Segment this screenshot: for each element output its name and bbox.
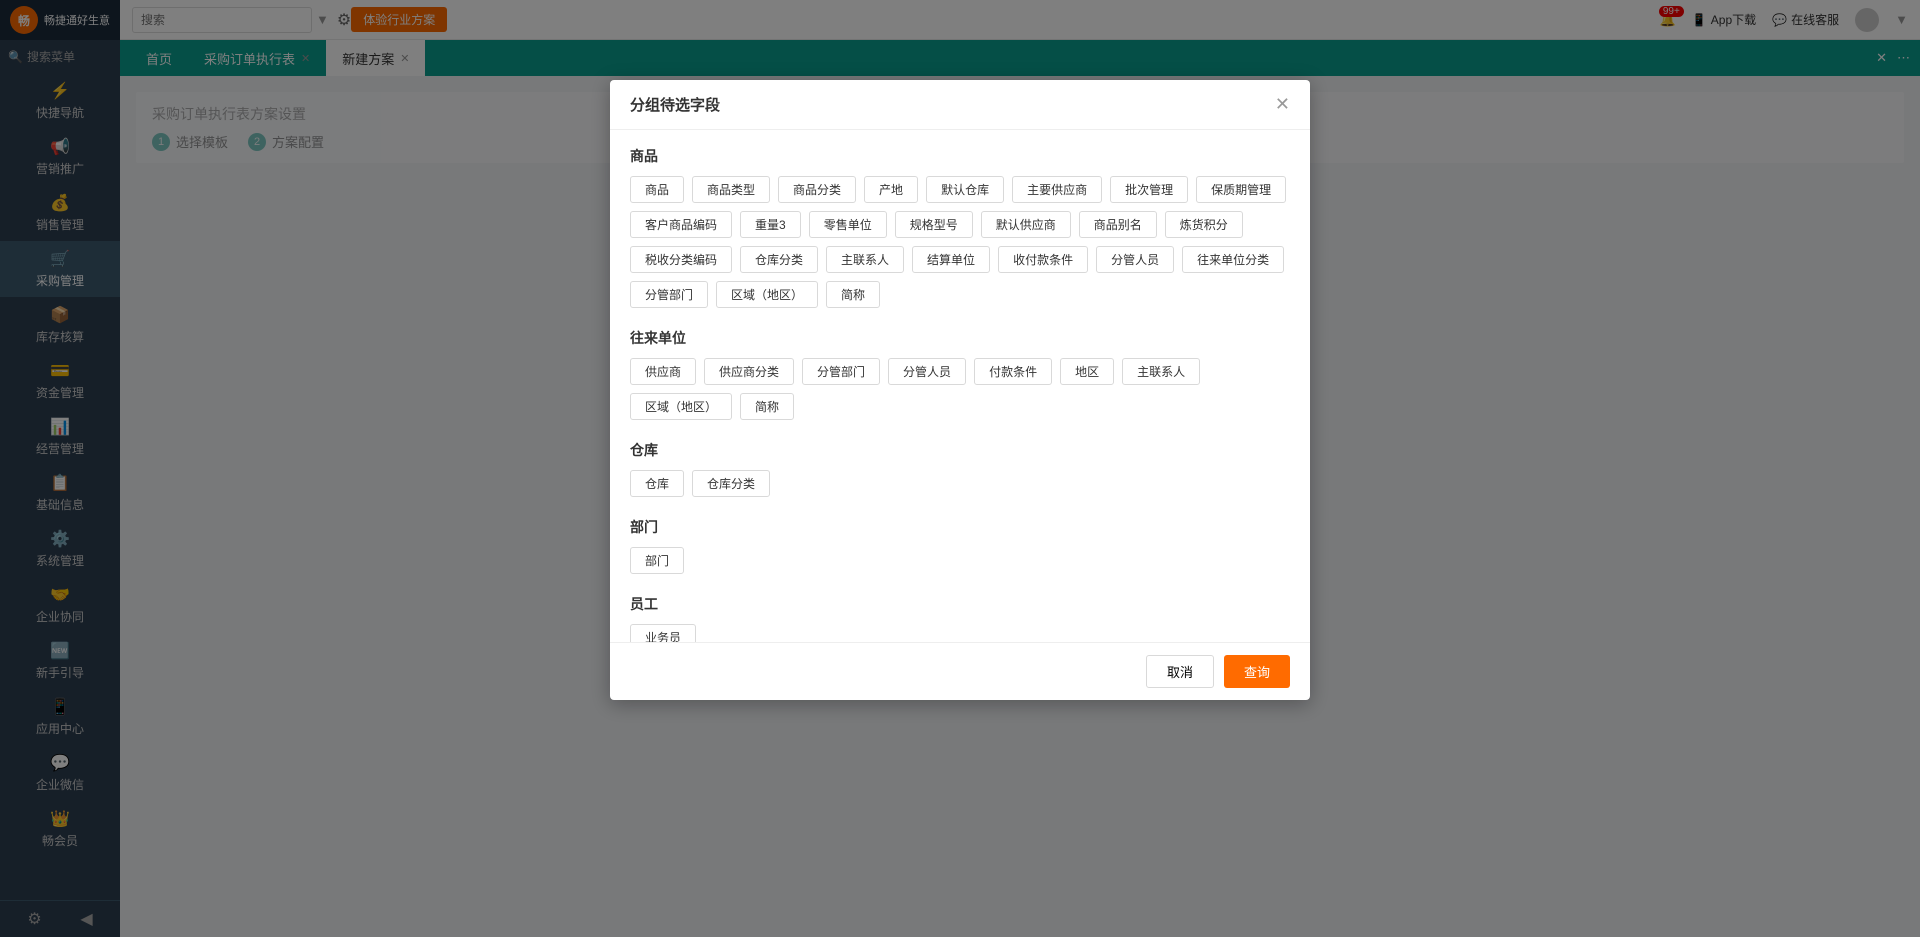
field-tag-付款条件[interactable]: 付款条件 [974,358,1052,385]
field-tag-客户商品编码[interactable]: 客户商品编码 [630,211,732,238]
field-tag-主联系人[interactable]: 主联系人 [826,246,904,273]
modal-header: 分组待选字段 ✕ [610,80,1310,130]
field-tag-简称[interactable]: 简称 [740,393,794,420]
field-tag-部门[interactable]: 部门 [630,547,684,574]
field-tag-主联系人[interactable]: 主联系人 [1122,358,1200,385]
field-tag-分管部门[interactable]: 分管部门 [802,358,880,385]
section-warehouse-tags: 仓库仓库分类 [630,470,1290,497]
field-tag-商品分类[interactable]: 商品分类 [778,176,856,203]
modal-close-button[interactable]: ✕ [1275,94,1290,115]
section-department-tags: 部门 [630,547,1290,574]
section-partner: 往来单位供应商供应商分类分管部门分管人员付款条件地区主联系人区域（地区） 简称 [630,328,1290,420]
modal-footer: 取消 查询 [610,642,1310,700]
field-tag-产地[interactable]: 产地 [864,176,918,203]
section-partner-tags: 供应商供应商分类分管部门分管人员付款条件地区主联系人区域（地区） 简称 [630,358,1290,420]
field-tag-默认仓库[interactable]: 默认仓库 [926,176,1004,203]
field-tag-分管部门[interactable]: 分管部门 [630,281,708,308]
field-tag-供应商[interactable]: 供应商 [630,358,696,385]
field-tag-零售单位[interactable]: 零售单位 [809,211,887,238]
field-tag-分管人员[interactable]: 分管人员 [1096,246,1174,273]
field-tag-结算单位[interactable]: 结算单位 [912,246,990,273]
field-tag-默认供应商[interactable]: 默认供应商 [981,211,1071,238]
section-warehouse-title: 仓库 [630,440,1290,460]
field-tag-仓库分类[interactable]: 仓库分类 [692,470,770,497]
field-tag-重量3[interactable]: 重量3 [740,211,801,238]
field-tag-批次管理[interactable]: 批次管理 [1110,176,1188,203]
field-tag-主要供应商[interactable]: 主要供应商 [1012,176,1102,203]
field-tag-税收分类编码[interactable]: 税收分类编码 [630,246,732,273]
section-employee: 员工业务员 [630,594,1290,642]
modal-overlay: 分组待选字段 ✕ 商品商品商品类型商品分类产地默认仓库主要供应商批次管理保质期管… [0,0,1920,937]
confirm-button[interactable]: 查询 [1224,655,1290,688]
field-tag-保质期管理[interactable]: 保质期管理 [1196,176,1286,203]
modal-body: 商品商品商品类型商品分类产地默认仓库主要供应商批次管理保质期管理客户商品编码重量… [610,130,1310,642]
cancel-button[interactable]: 取消 [1146,655,1214,688]
field-tag-仓库分类[interactable]: 仓库分类 [740,246,818,273]
section-goods-title: 商品 [630,146,1290,166]
modal-title: 分组待选字段 [630,94,720,115]
section-department: 部门部门 [630,517,1290,574]
field-tag-仓库[interactable]: 仓库 [630,470,684,497]
field-tag-炼货积分[interactable]: 炼货积分 [1165,211,1243,238]
field-tag-收付款条件[interactable]: 收付款条件 [998,246,1088,273]
field-selection-modal: 分组待选字段 ✕ 商品商品商品类型商品分类产地默认仓库主要供应商批次管理保质期管… [610,80,1310,700]
section-partner-title: 往来单位 [630,328,1290,348]
section-employee-tags: 业务员 [630,624,1290,642]
field-tag-区域（地区）[interactable]: 区域（地区） [716,281,818,308]
field-tag-区域（地区）[interactable]: 区域（地区） [630,393,732,420]
section-goods: 商品商品商品类型商品分类产地默认仓库主要供应商批次管理保质期管理客户商品编码重量… [630,146,1290,308]
section-goods-tags: 商品商品类型商品分类产地默认仓库主要供应商批次管理保质期管理客户商品编码重量3 零… [630,176,1290,308]
field-tag-商品类型[interactable]: 商品类型 [692,176,770,203]
field-tag-商品[interactable]: 商品 [630,176,684,203]
field-tag-业务员[interactable]: 业务员 [630,624,696,642]
section-employee-title: 员工 [630,594,1290,614]
section-department-title: 部门 [630,517,1290,537]
field-tag-地区[interactable]: 地区 [1060,358,1114,385]
section-warehouse: 仓库仓库仓库分类 [630,440,1290,497]
field-tag-分管人员[interactable]: 分管人员 [888,358,966,385]
field-tag-简称[interactable]: 简称 [826,281,880,308]
field-tag-商品别名[interactable]: 商品别名 [1079,211,1157,238]
field-tag-供应商分类[interactable]: 供应商分类 [704,358,794,385]
field-tag-往来单位分类[interactable]: 往来单位分类 [1182,246,1284,273]
field-tag-规格型号[interactable]: 规格型号 [895,211,973,238]
